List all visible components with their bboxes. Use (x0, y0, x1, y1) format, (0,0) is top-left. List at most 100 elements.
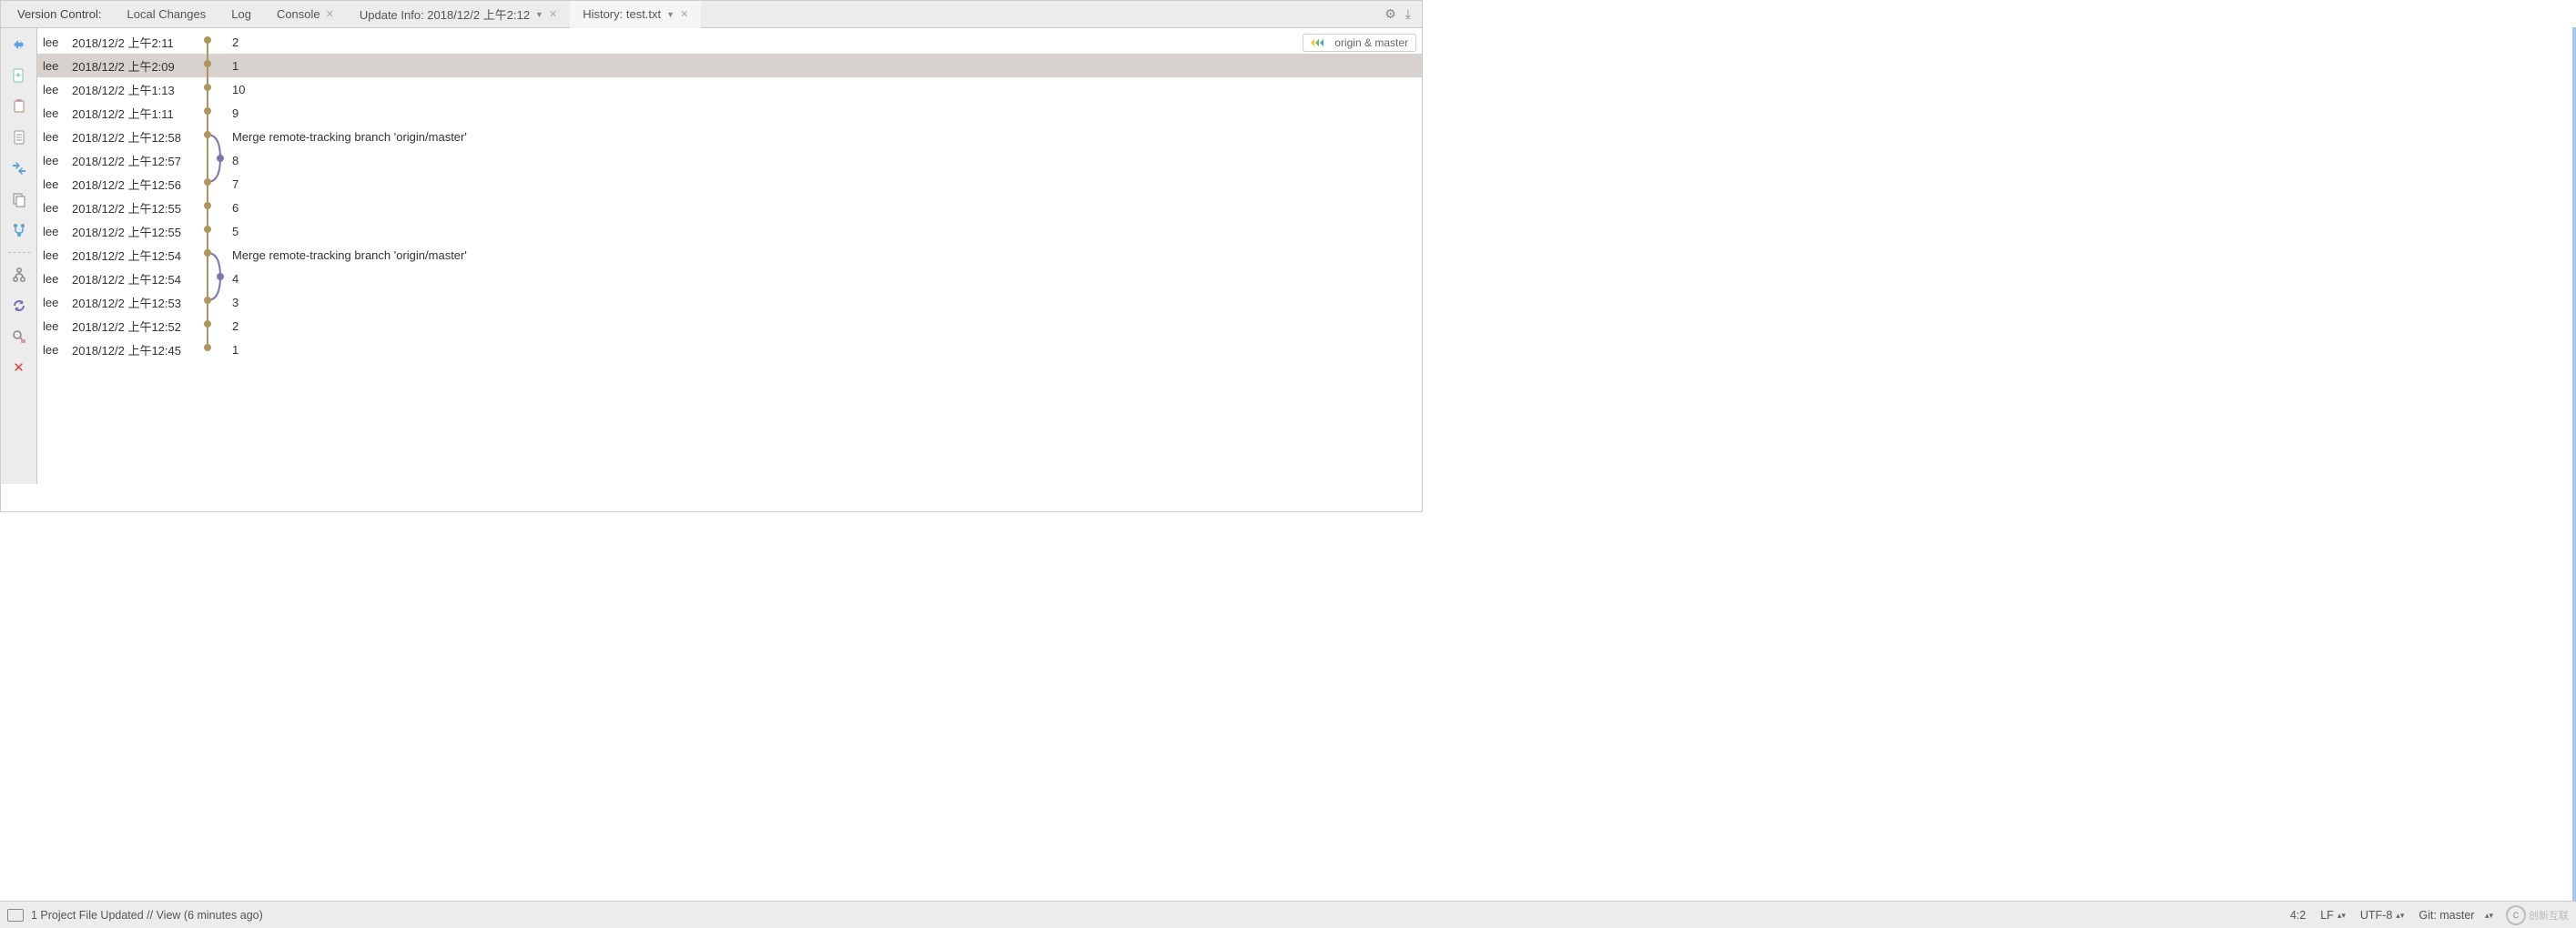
chevron-down-icon[interactable]: ▼ (535, 10, 543, 19)
branch-badge[interactable]: origin & master (1303, 34, 1416, 52)
commit-date: 2018/12/2 上午12:55 (72, 223, 199, 240)
statusbar: 1 Project File Updated // View (6 minute… (0, 901, 2576, 928)
commit-row[interactable]: lee2018/12/2 上午12:578 (37, 148, 1422, 172)
commit-row[interactable]: lee2018/12/2 上午12:45 1 (37, 338, 1422, 361)
commit-date: 2018/12/2 上午2:09 (72, 57, 199, 75)
commit-row[interactable]: lee2018/12/2 上午12:522 (37, 314, 1422, 338)
branch-graph-icon[interactable] (8, 219, 30, 241)
updown-icon: ▴▾ (2338, 912, 2346, 919)
tab-update-info-label: Update Info: 2018/12/2 上午2:12 (360, 5, 530, 23)
commit-date: 2018/12/2 上午12:45 (72, 341, 199, 358)
history-content: origin & master lee2018/12/2 上午2:112lee2… (37, 28, 1422, 484)
tab-console-label: Console (277, 7, 320, 21)
commit-date: 2018/12/2 上午12:57 (72, 152, 199, 169)
commit-author: lee (43, 272, 72, 286)
tab-local-changes[interactable]: Local Changes (115, 1, 219, 28)
commit-author: lee (43, 319, 72, 333)
commit-message: 8 (232, 154, 1422, 167)
watermark-logo: C (2506, 905, 2526, 925)
branches-icon (1311, 37, 1329, 48)
commit-date: 2018/12/2 上午1:13 (72, 81, 199, 98)
document-icon[interactable] (8, 126, 30, 148)
commit-message: 5 (232, 225, 1422, 238)
commit-message: 6 (232, 201, 1422, 215)
vcs-icon[interactable] (8, 264, 30, 286)
commit-author: lee (43, 343, 72, 357)
commit-date: 2018/12/2 上午12:52 (72, 318, 199, 335)
commit-graph-cell (199, 101, 232, 125)
gear-icon[interactable]: ⚙ (1384, 6, 1396, 22)
commit-graph-cell (199, 243, 232, 267)
commit-graph-cell (199, 219, 232, 243)
commit-row[interactable]: lee2018/12/2 上午12:567 (37, 172, 1422, 196)
commit-message: 1 (232, 59, 1422, 73)
clipboard-icon[interactable] (8, 96, 30, 117)
svg-text:+: + (15, 71, 21, 81)
commit-row[interactable]: lee2018/12/2 上午12:55 6 (37, 196, 1422, 219)
vcs-tabbar: Version Control: Local Changes Log Conso… (1, 1, 1422, 28)
commit-row[interactable]: lee2018/12/2 上午12:533 (37, 290, 1422, 314)
commit-row[interactable]: lee2018/12/2 上午1:119 (37, 101, 1422, 125)
commit-list: lee2018/12/2 上午2:112lee2018/12/2 上午2:091… (37, 28, 1422, 361)
tool-window-icon[interactable] (7, 909, 24, 922)
commit-row[interactable]: lee2018/12/2 上午12:54 4 (37, 267, 1422, 290)
commit-author: lee (43, 177, 72, 191)
commit-graph-cell (199, 267, 232, 290)
commit-row[interactable]: lee2018/12/2 上午1:13 10 (37, 77, 1422, 101)
commit-graph-cell (199, 125, 232, 148)
tab-log[interactable]: Log (218, 1, 264, 28)
vcs-label: Version Control: (5, 1, 115, 28)
commit-author: lee (43, 201, 72, 215)
commit-date: 2018/12/2 上午12:54 (72, 247, 199, 264)
commit-author: lee (43, 248, 72, 262)
line-ending[interactable]: LF▴▾ (2313, 909, 2353, 922)
tab-update-info[interactable]: Update Info: 2018/12/2 上午2:12 ▼ ✕ (347, 1, 570, 28)
chevron-down-icon[interactable]: ▼ (666, 10, 674, 19)
commit-author: lee (43, 35, 72, 49)
commit-message: Merge remote-tracking branch 'origin/mas… (232, 130, 1422, 144)
status-message[interactable]: 1 Project File Updated // View (6 minute… (31, 909, 263, 922)
commit-author: lee (43, 83, 72, 96)
commit-graph-cell (199, 338, 232, 361)
commit-date: 2018/12/2 上午12:54 (72, 270, 199, 287)
close-icon[interactable]: ✕ (326, 8, 334, 20)
commit-message: 10 (232, 83, 1422, 96)
commit-row[interactable]: lee2018/12/2 上午2:091 (37, 54, 1422, 77)
tab-history[interactable]: History: test.txt ▼ ✕ (570, 1, 701, 28)
commit-graph-cell (199, 196, 232, 219)
commit-message: 7 (232, 177, 1422, 191)
branch-badge-label: origin & master (1334, 36, 1408, 49)
updown-icon: ▴▾ (2485, 912, 2493, 919)
close-icon[interactable]: ✕ (680, 8, 688, 20)
commit-date: 2018/12/2 上午1:11 (72, 105, 199, 122)
git-branch[interactable]: Git: master ▴▾ (2411, 909, 2500, 922)
commit-row[interactable]: lee2018/12/2 上午2:112 (37, 30, 1422, 54)
search-commit-icon[interactable] (8, 326, 30, 348)
tab-history-label: History: test.txt (583, 7, 661, 21)
commit-message: 2 (232, 35, 1422, 49)
commit-row[interactable]: lee2018/12/2 上午12:555 (37, 219, 1422, 243)
right-edge (2572, 27, 2576, 901)
watermark-text: 创新互联 (2529, 908, 2569, 923)
cursor-position[interactable]: 4:2 (2283, 909, 2313, 922)
delete-icon[interactable]: ✕ (8, 357, 30, 378)
commit-row[interactable]: lee2018/12/2 上午12:58Merge remote-trackin… (37, 125, 1422, 148)
copy-icon[interactable] (8, 188, 30, 210)
refresh-icon[interactable] (8, 34, 30, 55)
commit-graph-cell (199, 54, 232, 77)
commit-message: Merge remote-tracking branch 'origin/mas… (232, 248, 1422, 262)
add-file-icon[interactable]: + (8, 65, 30, 86)
close-icon[interactable]: ✕ (549, 8, 557, 20)
tab-console[interactable]: Console ✕ (264, 1, 347, 28)
commit-message: 1 (232, 343, 1422, 357)
commit-graph-cell (199, 77, 232, 101)
commit-date: 2018/12/2 上午12:55 (72, 199, 199, 217)
commit-author: lee (43, 296, 72, 309)
sync-icon[interactable] (8, 295, 30, 317)
diff-settings-icon[interactable] (8, 157, 30, 179)
updown-icon: ▴▾ (2396, 912, 2404, 919)
commit-message: 4 (232, 272, 1422, 286)
encoding[interactable]: UTF-8▴▾ (2353, 909, 2411, 922)
minimize-icon[interactable]: ⤓ (1405, 6, 1411, 22)
commit-row[interactable]: lee2018/12/2 上午12:54 Merge remote-trackin… (37, 243, 1422, 267)
